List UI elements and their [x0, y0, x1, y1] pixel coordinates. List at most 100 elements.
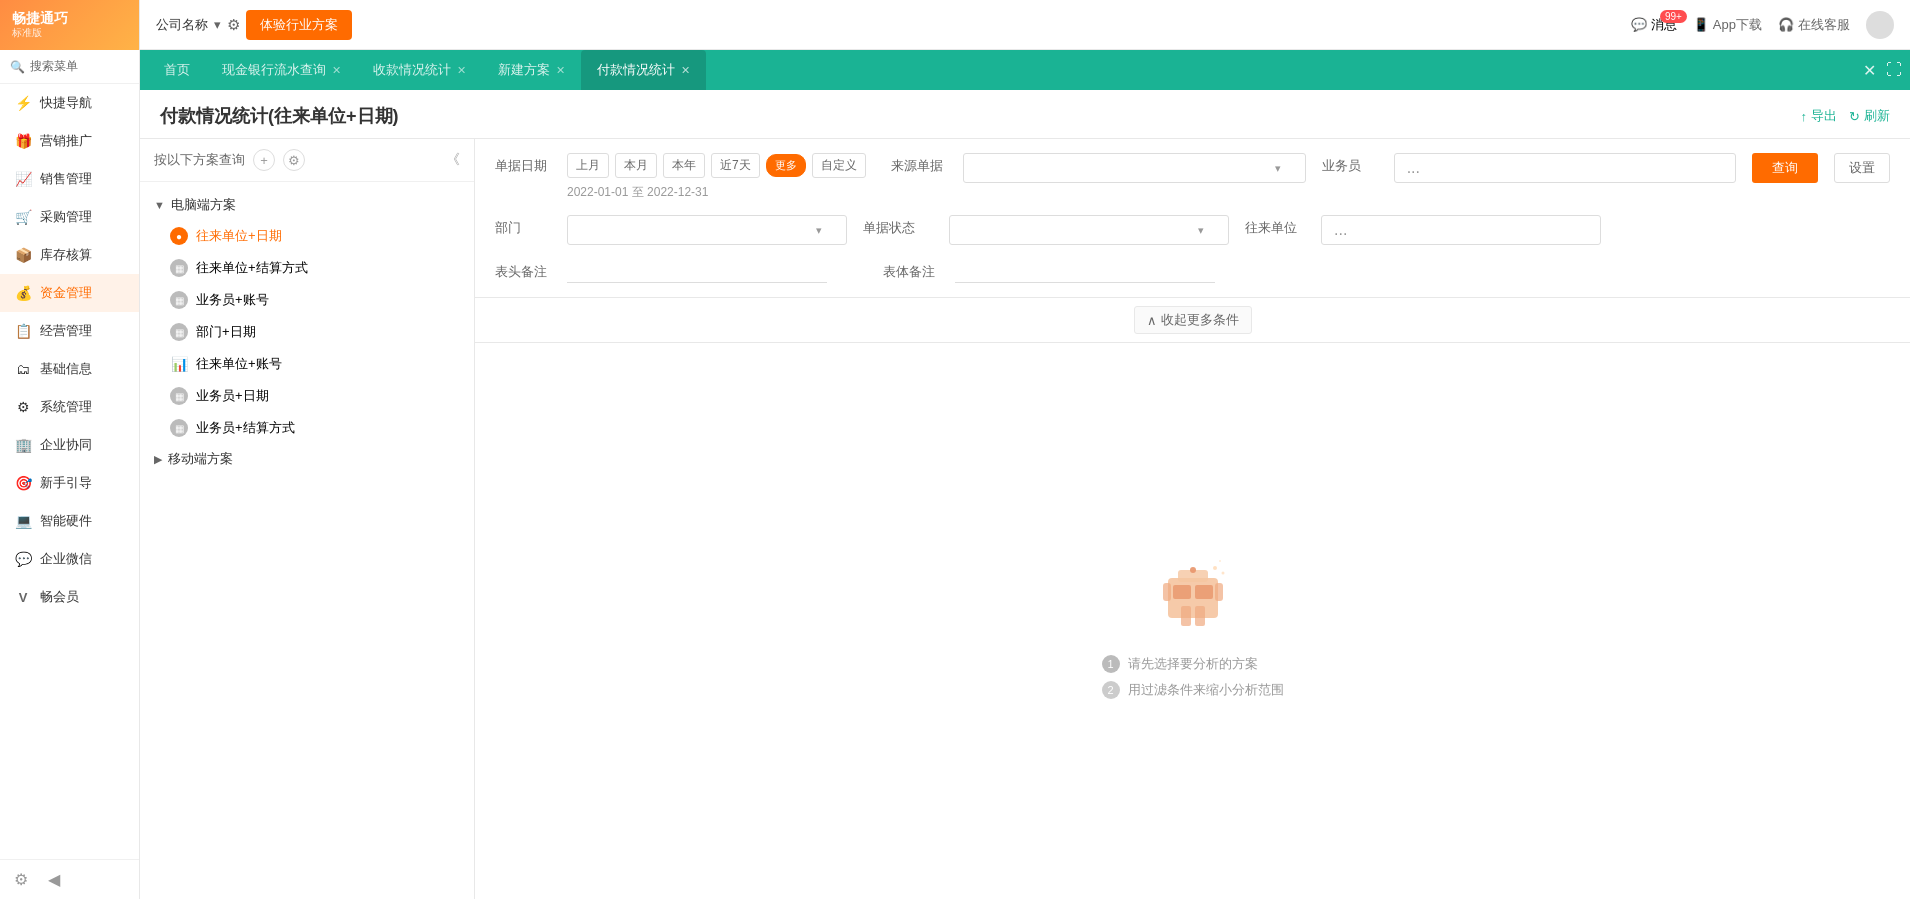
voucher-status-label: 单据状态: [863, 215, 933, 237]
header-settings-icon[interactable]: ⚙: [227, 16, 240, 34]
scheme-item-unit-settlement[interactable]: ▦ 往来单位+结算方式: [140, 252, 474, 284]
sidebar-item-system[interactable]: ⚙ 系统管理: [0, 388, 139, 426]
settings-bottom-icon[interactable]: ⚙: [14, 870, 28, 889]
more-date-button[interactable]: 更多: [766, 154, 806, 177]
sidebar-item-label: 库存核算: [40, 246, 92, 264]
scheme-item-dept-date[interactable]: ▦ 部门+日期: [140, 316, 474, 348]
scheme-icon: ▦: [170, 387, 188, 405]
tab-bar: 首页 现金银行流水查询 ✕ 收款情况统计 ✕ 新建方案 ✕ 付款情况统计 ✕ ✕…: [140, 50, 1910, 90]
body-note-input[interactable]: [955, 259, 1215, 283]
sidebar-item-purchase[interactable]: 🛒 采购管理: [0, 198, 139, 236]
wechat-icon: 💬: [14, 550, 32, 568]
dept-filter-label: 部门: [495, 215, 551, 237]
source-filter-label: 来源单据: [891, 153, 947, 175]
panel-collapse-button[interactable]: 《: [446, 151, 460, 169]
sidebar-item-guide[interactable]: 🎯 新手引导: [0, 464, 139, 502]
sidebar-item-inventory[interactable]: 📦 库存核算: [0, 236, 139, 274]
filter-settings-button[interactable]: 设置: [1834, 153, 1890, 183]
service-icon: 🎧: [1778, 17, 1794, 32]
sidebar-item-label: 企业微信: [40, 550, 92, 568]
cashflow-tab-close-icon[interactable]: ✕: [332, 64, 341, 77]
tab-payments[interactable]: 付款情况统计 ✕: [581, 50, 706, 90]
svg-rect-7: [1181, 606, 1191, 626]
svg-rect-4: [1215, 583, 1223, 601]
content-area: 按以下方案查询 + ⚙ 《 ▼ 电脑端方案 ● 往来单位+日期 ▦: [140, 139, 1910, 899]
partner-select[interactable]: ...: [1321, 215, 1601, 245]
basic-icon: 🗂: [14, 360, 32, 378]
source-select[interactable]: ▾: [963, 153, 1305, 183]
scheme-item-unit-account[interactable]: 📊 往来单位+账号: [140, 348, 474, 380]
last-7-days-button[interactable]: 近7天: [711, 153, 760, 178]
user-avatar[interactable]: [1866, 11, 1894, 39]
tab-close-all-icon[interactable]: ✕: [1863, 61, 1876, 80]
query-button[interactable]: 查询: [1752, 153, 1818, 183]
sidebar-item-label: 资金管理: [40, 284, 92, 302]
pc-group-label: 电脑端方案: [171, 196, 236, 214]
payments-tab-close-icon[interactable]: ✕: [681, 64, 690, 77]
scheme-icon: ▦: [170, 419, 188, 437]
tab-home[interactable]: 首页: [148, 50, 206, 90]
this-year-button[interactable]: 本年: [663, 153, 705, 178]
tab-cashflow[interactable]: 现金银行流水查询 ✕: [206, 50, 357, 90]
last-month-button[interactable]: 上月: [567, 153, 609, 178]
sidebar-item-wechat[interactable]: 💬 企业微信: [0, 540, 139, 578]
sidebar-item-enterprise[interactable]: 🏢 企业协同: [0, 426, 139, 464]
hardware-icon: 💻: [14, 512, 32, 530]
collapse-sidebar-icon[interactable]: ◀: [48, 870, 60, 889]
company-dropdown-icon[interactable]: ▾: [214, 17, 221, 32]
mobile-scheme-group[interactable]: ▶ 移动端方案: [140, 444, 474, 474]
scheme-settings-button[interactable]: ⚙: [283, 149, 305, 171]
scheme-item-staff-date[interactable]: ▦ 业务员+日期: [140, 380, 474, 412]
sidebar-item-hardware[interactable]: 💻 智能硬件: [0, 502, 139, 540]
scheme-item-unit-date[interactable]: ● 往来单位+日期: [140, 220, 474, 252]
partner-dots[interactable]: ...: [1334, 221, 1347, 239]
scheme-item-staff-settlement[interactable]: ▦ 业务员+结算方式: [140, 412, 474, 444]
receipts-tab-close-icon[interactable]: ✕: [457, 64, 466, 77]
sidebar-item-operations[interactable]: 📋 经营管理: [0, 312, 139, 350]
filter-row-3: 表头备注 表体备注: [495, 259, 1890, 283]
sidebar-item-marketing[interactable]: 🎁 营销推广: [0, 122, 139, 160]
scheme-section: ▼ 电脑端方案 ● 往来单位+日期 ▦ 往来单位+结算方式 ▦ 业务员+账号: [140, 182, 474, 482]
app-download-button[interactable]: 📱 App下载: [1693, 16, 1762, 34]
scheme-icon: ▦: [170, 323, 188, 341]
scheme-icon: ▦: [170, 291, 188, 309]
sidebar-item-quick-nav[interactable]: ⚡ 快捷导航: [0, 84, 139, 122]
sidebar-item-sales[interactable]: 📈 销售管理: [0, 160, 139, 198]
pc-scheme-group[interactable]: ▼ 电脑端方案: [140, 190, 474, 220]
collapse-more-button[interactable]: ∧ 收起更多条件: [1134, 306, 1252, 334]
cashflow-tab-label: 现金银行流水查询: [222, 61, 326, 79]
sidebar-item-capital[interactable]: 💰 资金管理: [0, 274, 139, 312]
sidebar-item-label: 智能硬件: [40, 512, 92, 530]
refresh-button[interactable]: ↻ 刷新: [1849, 107, 1890, 125]
scheme-item-staff-account[interactable]: ▦ 业务员+账号: [140, 284, 474, 316]
chart-icon: 📊: [170, 355, 188, 373]
dept-select[interactable]: ▾: [567, 215, 847, 245]
tab-receipts[interactable]: 收款情况统计 ✕: [357, 50, 482, 90]
tab-maximize-icon[interactable]: ⛶: [1886, 61, 1902, 79]
export-button[interactable]: ↑ 导出: [1801, 107, 1838, 125]
voucher-status-select[interactable]: ▾: [949, 215, 1229, 245]
new-plan-tab-close-icon[interactable]: ✕: [556, 64, 565, 77]
add-scheme-button[interactable]: +: [253, 149, 275, 171]
svg-rect-8: [1195, 606, 1205, 626]
trial-button[interactable]: 体验行业方案: [246, 10, 352, 40]
collapse-bar: ∧ 收起更多条件: [475, 298, 1910, 343]
sidebar-item-label: 畅会员: [40, 588, 79, 606]
sidebar-item-basic[interactable]: 🗂 基础信息: [0, 350, 139, 388]
staff-select[interactable]: ...: [1394, 153, 1736, 183]
custom-date-button[interactable]: 自定义: [812, 153, 866, 178]
message-icon: 💬: [1631, 17, 1647, 32]
staff-dots[interactable]: ...: [1407, 159, 1420, 177]
sidebar-item-label: 经营管理: [40, 322, 92, 340]
sidebar-item-label: 采购管理: [40, 208, 92, 226]
header-note-input[interactable]: [567, 259, 827, 283]
sidebar-search[interactable]: 🔍 搜索菜单: [0, 50, 139, 84]
customer-service-button[interactable]: 🎧 在线客服: [1778, 16, 1850, 34]
sidebar-item-member[interactable]: V 畅会员: [0, 578, 139, 616]
empty-tip-2: 2 用过滤条件来缩小分析范围: [1102, 681, 1284, 699]
dept-dropdown-icon: ▾: [816, 224, 822, 237]
left-panel: 按以下方案查询 + ⚙ 《 ▼ 电脑端方案 ● 往来单位+日期 ▦: [140, 139, 475, 899]
message-button[interactable]: 💬 消息 99+: [1631, 16, 1677, 34]
this-month-button[interactable]: 本月: [615, 153, 657, 178]
tab-new-plan[interactable]: 新建方案 ✕: [482, 50, 581, 90]
